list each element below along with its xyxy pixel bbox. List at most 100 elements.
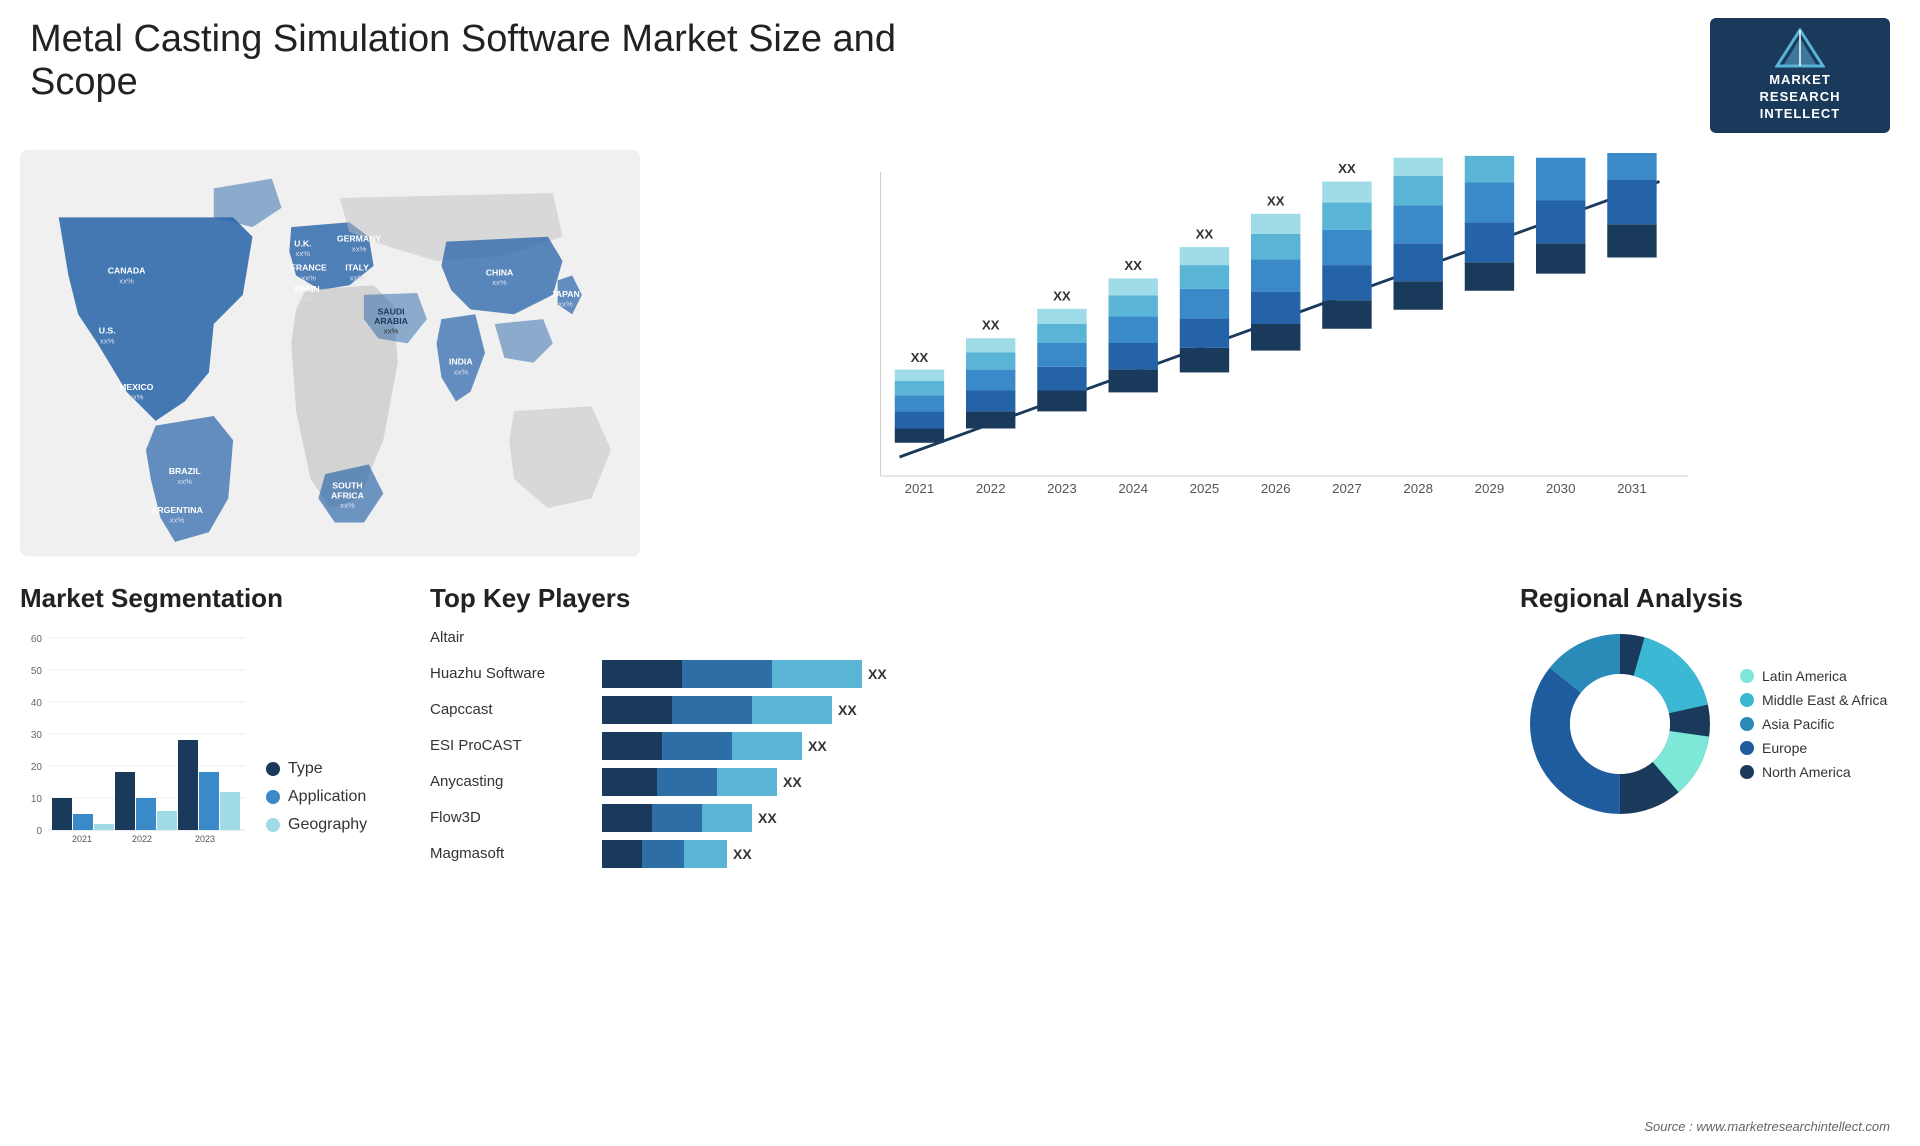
svg-text:xx%: xx% — [129, 392, 144, 401]
player-name-huazhu: Huazhu Software — [430, 665, 590, 682]
chart-section: XX 2021 XX 2022 XX 2023 — [640, 143, 1900, 563]
svg-text:2022: 2022 — [976, 481, 1006, 496]
player-row: ESI ProCAST XX — [430, 732, 1470, 760]
map-section: CANADA xx% U.S. xx% MEXICO xx% BRAZIL xx… — [20, 143, 640, 563]
svg-text:xx%: xx% — [558, 299, 573, 308]
legend-mea: Middle East & Africa — [1740, 692, 1887, 708]
svg-text:ARGENTINA: ARGENTINA — [151, 505, 203, 515]
player-row: Capccast XX — [430, 696, 1470, 724]
player-xx-esi: XX — [808, 738, 827, 754]
player-row: Flow3D XX — [430, 804, 1470, 832]
svg-text:30: 30 — [31, 730, 43, 741]
regional-title: Regional Analysis — [1520, 583, 1900, 614]
svg-text:xx%: xx% — [100, 336, 115, 345]
legend-application: Application — [266, 788, 367, 806]
svg-text:SOUTH: SOUTH — [332, 480, 362, 490]
svg-text:2028: 2028 — [1403, 481, 1433, 496]
player-name-esi: ESI ProCAST — [430, 737, 590, 754]
player-bar-huazhu — [602, 660, 862, 688]
svg-text:2021: 2021 — [905, 481, 935, 496]
svg-text:xx%: xx% — [492, 278, 507, 287]
svg-text:20: 20 — [31, 762, 43, 773]
legend-type: Type — [266, 760, 367, 778]
legend-asia: Asia Pacific — [1740, 716, 1887, 732]
main-content: CANADA xx% U.S. xx% MEXICO xx% BRAZIL xx… — [0, 143, 1920, 563]
svg-text:2025: 2025 — [1190, 481, 1220, 496]
svg-text:U.K.: U.K. — [294, 238, 311, 248]
svg-text:INDIA: INDIA — [449, 356, 473, 366]
svg-text:CANADA: CANADA — [108, 265, 146, 275]
svg-text:xx%: xx% — [384, 326, 399, 335]
player-bar-esi — [602, 732, 802, 760]
svg-text:2024: 2024 — [1118, 481, 1148, 496]
svg-text:SAUDI: SAUDI — [377, 306, 404, 316]
mea-label: Middle East & Africa — [1762, 692, 1887, 708]
segmentation-section: Market Segmentation 60 50 40 30 20 10 0 — [20, 583, 380, 876]
player-xx-huazhu: XX — [868, 666, 887, 682]
players-section: Top Key Players Altair Huazhu Software X… — [410, 583, 1490, 876]
legend-northam: North America — [1740, 764, 1887, 780]
svg-text:XX: XX — [1196, 226, 1214, 241]
svg-text:2023: 2023 — [1047, 481, 1077, 496]
svg-text:XX: XX — [1267, 193, 1285, 208]
svg-text:2029: 2029 — [1475, 481, 1505, 496]
svg-text:2031: 2031 — [1617, 481, 1647, 496]
svg-text:2030: 2030 — [1546, 481, 1576, 496]
player-name-altair: Altair — [430, 629, 590, 646]
player-name-magmasoft: Magmasoft — [430, 845, 590, 862]
seg-bar-chart: 60 50 40 30 20 10 0 — [20, 624, 250, 844]
svg-text:XX: XX — [1338, 161, 1356, 176]
svg-text:xx%: xx% — [453, 367, 468, 376]
svg-text:GERMANY: GERMANY — [337, 233, 382, 243]
player-xx-capccast: XX — [838, 702, 857, 718]
player-name-capccast: Capccast — [430, 701, 590, 718]
svg-text:2021: 2021 — [72, 834, 92, 844]
type-dot — [266, 762, 280, 776]
svg-text:FRANCE: FRANCE — [291, 262, 327, 272]
players-list: Altair Huazhu Software XX Capccast — [430, 624, 1470, 868]
player-row: Huazhu Software XX — [430, 660, 1470, 688]
svg-text:SPAIN: SPAIN — [294, 284, 320, 294]
legend-europe: Europe — [1740, 740, 1887, 756]
player-name-anycasting: Anycasting — [430, 773, 590, 790]
regional-section: Regional Analysis Latin America — [1520, 583, 1900, 876]
svg-text:AFRICA: AFRICA — [331, 490, 365, 500]
svg-text:xx%: xx% — [299, 294, 314, 303]
svg-text:xx%: xx% — [350, 273, 365, 282]
type-label: Type — [288, 760, 323, 778]
svg-text:XX: XX — [982, 317, 1000, 332]
bottom-content: Market Segmentation 60 50 40 30 20 10 0 — [0, 563, 1920, 886]
svg-text:ITALY: ITALY — [345, 262, 369, 272]
legend-geography: Geography — [266, 816, 367, 834]
legend-latin: Latin America — [1740, 668, 1887, 684]
svg-text:BRAZIL: BRAZIL — [169, 466, 202, 476]
player-xx-magmasoft: XX — [733, 846, 752, 862]
player-row: Altair — [430, 624, 1470, 652]
player-bar-wrap-esi: XX — [602, 732, 1470, 760]
player-xx-flow3d: XX — [758, 810, 777, 826]
player-row: Anycasting XX — [430, 768, 1470, 796]
svg-text:xx%: xx% — [301, 273, 316, 282]
player-bar-capccast — [602, 696, 832, 724]
player-name-flow3d: Flow3D — [430, 809, 590, 826]
logo-text: MARKET RESEARCH INTELLECT — [1760, 72, 1841, 123]
svg-text:XX: XX — [1053, 288, 1071, 303]
svg-text:xx%: xx% — [177, 476, 192, 485]
donut-wrap: Latin America Middle East & Africa Asia … — [1520, 624, 1900, 824]
svg-text:2027: 2027 — [1332, 481, 1362, 496]
svg-text:xx%: xx% — [340, 501, 355, 510]
player-bar-wrap-capccast: XX — [602, 696, 1470, 724]
svg-text:10: 10 — [31, 794, 43, 805]
logo-icon — [1775, 28, 1825, 68]
svg-text:2022: 2022 — [132, 834, 152, 844]
segmentation-title: Market Segmentation — [20, 583, 380, 614]
player-bar-wrap-huazhu: XX — [602, 660, 1470, 688]
northam-dot — [1740, 765, 1754, 779]
donut-legend: Latin America Middle East & Africa Asia … — [1740, 668, 1887, 780]
svg-text:CHINA: CHINA — [486, 267, 514, 277]
page-title: Metal Casting Simulation Software Market… — [30, 18, 930, 104]
asia-label: Asia Pacific — [1762, 716, 1834, 732]
svg-text:60: 60 — [31, 634, 43, 645]
northam-label: North America — [1762, 764, 1851, 780]
player-bar-altair — [602, 624, 1470, 652]
